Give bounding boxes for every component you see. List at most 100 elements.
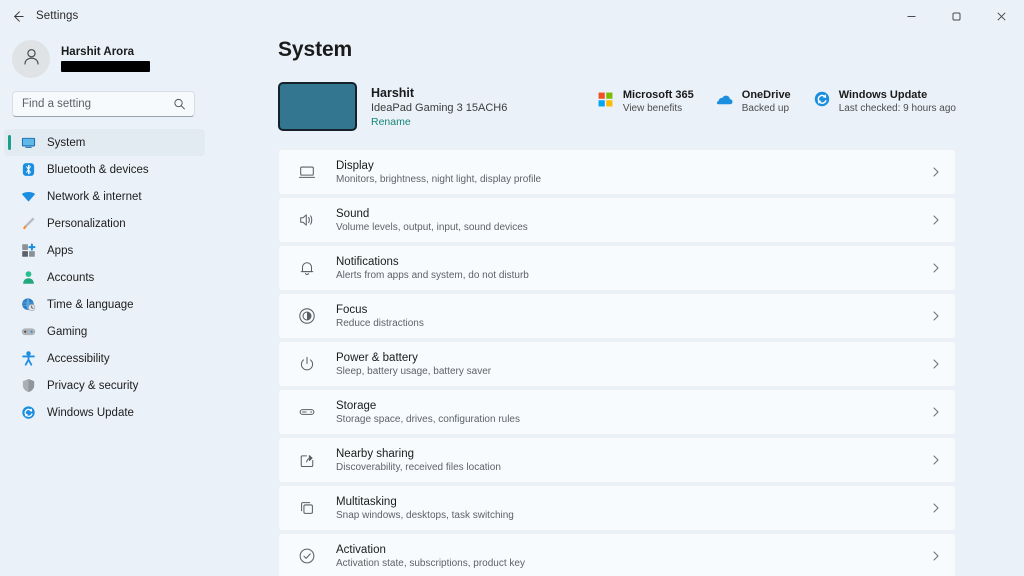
chevron-right-icon xyxy=(930,262,942,274)
globe-clock-icon xyxy=(20,296,37,313)
quick-card-onedrive[interactable]: OneDrive Backed up xyxy=(716,89,813,114)
settings-row-sound[interactable]: Sound Volume levels, output, input, soun… xyxy=(278,197,956,243)
wifi-icon xyxy=(20,188,37,205)
sidebar-item-label: Gaming xyxy=(47,325,88,338)
settings-row-text: Nearby sharing Discoverability, received… xyxy=(336,448,501,473)
quick-card-title: Windows Update xyxy=(838,89,928,101)
chevron-right-icon xyxy=(930,166,942,178)
settings-row-activation[interactable]: Activation Activation state, subscriptio… xyxy=(278,533,956,576)
sidebar-item-label: Network & internet xyxy=(47,190,142,203)
settings-row-power-battery[interactable]: Power & battery Sleep, battery usage, ba… xyxy=(278,341,956,387)
power-icon xyxy=(296,353,318,375)
sidebar-item-accessibility[interactable]: Accessibility xyxy=(4,345,205,372)
sidebar-item-privacy-security[interactable]: Privacy & security xyxy=(4,372,205,399)
settings-row-text: Notifications Alerts from apps and syste… xyxy=(336,256,529,281)
settings-row-title: Sound xyxy=(336,207,370,220)
settings-row-subtitle: Alerts from apps and system, do not dist… xyxy=(336,269,529,281)
chevron-right-icon xyxy=(930,406,942,418)
settings-row-subtitle: Activation state, subscriptions, product… xyxy=(336,557,525,569)
sidebar-item-windows-update[interactable]: Windows Update xyxy=(4,399,205,426)
settings-row-title: Display xyxy=(336,159,374,172)
sidebar-item-label: Bluetooth & devices xyxy=(47,163,149,176)
quick-card-subtitle: Last checked: 9 hours ago xyxy=(838,103,956,114)
bell-icon xyxy=(296,257,318,279)
settings-row-nearby-sharing[interactable]: Nearby sharing Discoverability, received… xyxy=(278,437,956,483)
settings-row-focus[interactable]: Focus Reduce distractions xyxy=(278,293,956,339)
storage-drive-icon xyxy=(296,401,318,423)
chevron-right-icon xyxy=(930,310,942,322)
search-icon xyxy=(173,98,186,111)
settings-row-text: Focus Reduce distractions xyxy=(336,304,424,329)
search-box[interactable] xyxy=(12,91,195,117)
quick-status-cards: Microsoft 365 View benefits OneDrive Bac… xyxy=(597,82,956,114)
sidebar-item-time-language[interactable]: Time & language xyxy=(4,291,205,318)
page-title: System xyxy=(278,38,353,61)
focus-icon xyxy=(296,305,318,327)
chevron-right-icon xyxy=(930,502,942,514)
sidebar-item-label: System xyxy=(47,136,86,149)
settings-row-text: Sound Volume levels, output, input, soun… xyxy=(336,208,528,233)
sidebar-item-bluetooth-devices[interactable]: Bluetooth & devices xyxy=(4,156,205,183)
close-button[interactable] xyxy=(979,0,1024,32)
settings-row-text: Multitasking Snap windows, desktops, tas… xyxy=(336,496,514,521)
settings-row-title: Nearby sharing xyxy=(336,447,414,460)
onedrive-cloud-icon xyxy=(716,90,734,108)
settings-row-notifications[interactable]: Notifications Alerts from apps and syste… xyxy=(278,245,956,291)
chevron-right-icon xyxy=(930,358,942,370)
quick-card-text: Windows Update Last checked: 9 hours ago xyxy=(839,89,956,114)
sidebar-item-apps[interactable]: Apps xyxy=(4,237,205,264)
settings-row-storage[interactable]: Storage Storage space, drives, configura… xyxy=(278,389,956,435)
display-monitor-icon xyxy=(296,161,318,183)
restore-button[interactable] xyxy=(934,0,979,32)
settings-window: Settings Harshit Arora Find a setting Sy… xyxy=(0,0,1024,576)
settings-row-subtitle: Volume levels, output, input, sound devi… xyxy=(336,221,528,233)
rename-link[interactable]: Rename xyxy=(371,116,507,128)
sidebar-item-label: Time & language xyxy=(47,298,134,311)
device-name: Harshit xyxy=(371,86,415,100)
minimize-button[interactable] xyxy=(889,0,934,32)
settings-row-subtitle: Reduce distractions xyxy=(336,317,424,329)
search-input[interactable] xyxy=(13,92,194,116)
device-model: IdeaPad Gaming 3 15ACH6 xyxy=(371,102,508,114)
settings-row-text: Power & battery Sleep, battery usage, ba… xyxy=(336,352,491,377)
quick-card-subtitle: View benefits xyxy=(622,103,683,114)
shield-icon xyxy=(20,377,37,394)
quick-card-text: Microsoft 365 View benefits xyxy=(623,89,694,114)
sidebar-item-label: Accounts xyxy=(47,271,95,284)
profile-text: Harshit Arora xyxy=(61,46,150,73)
sidebar-item-gaming[interactable]: Gaming xyxy=(4,318,205,345)
sidebar-item-personalization[interactable]: Personalization xyxy=(4,210,205,237)
settings-row-subtitle: Snap windows, desktops, task switching xyxy=(336,509,514,521)
settings-row-display[interactable]: Display Monitors, brightness, night ligh… xyxy=(278,149,956,195)
share-icon xyxy=(296,449,318,471)
check-circle-icon xyxy=(296,545,318,567)
bluetooth-icon xyxy=(20,161,37,178)
quick-card-windows-update[interactable]: Windows Update Last checked: 9 hours ago xyxy=(813,89,956,114)
restore-icon xyxy=(951,11,962,22)
accessibility-person-icon xyxy=(20,350,37,367)
settings-row-multitasking[interactable]: Multitasking Snap windows, desktops, tas… xyxy=(278,485,956,531)
back-button[interactable] xyxy=(0,0,34,32)
sidebar-item-label: Apps xyxy=(47,244,74,257)
settings-row-title: Notifications xyxy=(336,255,399,268)
search-container xyxy=(0,88,205,117)
quick-card-microsoft-365[interactable]: Microsoft 365 View benefits xyxy=(597,89,716,114)
settings-row-title: Multitasking xyxy=(336,495,397,508)
apps-icon xyxy=(20,242,37,259)
multitasking-windows-icon xyxy=(296,497,318,519)
avatar xyxy=(12,40,50,78)
settings-row-subtitle: Monitors, brightness, night light, displ… xyxy=(336,173,542,185)
sidebar-nav: System Bluetooth & devices Network & int… xyxy=(0,129,205,426)
profile-email-redacted xyxy=(61,61,150,73)
sidebar: Harshit Arora Find a setting System Blue… xyxy=(0,32,213,576)
sidebar-item-network-internet[interactable]: Network & internet xyxy=(4,183,205,210)
sidebar-item-accounts[interactable]: Accounts xyxy=(4,264,205,291)
speaker-icon xyxy=(296,209,318,231)
settings-row-title: Activation xyxy=(336,543,386,556)
title-bar: Settings xyxy=(0,0,1024,32)
settings-row-text: Activation Activation state, subscriptio… xyxy=(336,544,525,569)
sidebar-item-system[interactable]: System xyxy=(4,129,205,156)
user-profile[interactable]: Harshit Arora xyxy=(0,32,205,88)
account-person-icon xyxy=(20,269,37,286)
device-thumbnail xyxy=(278,82,357,131)
